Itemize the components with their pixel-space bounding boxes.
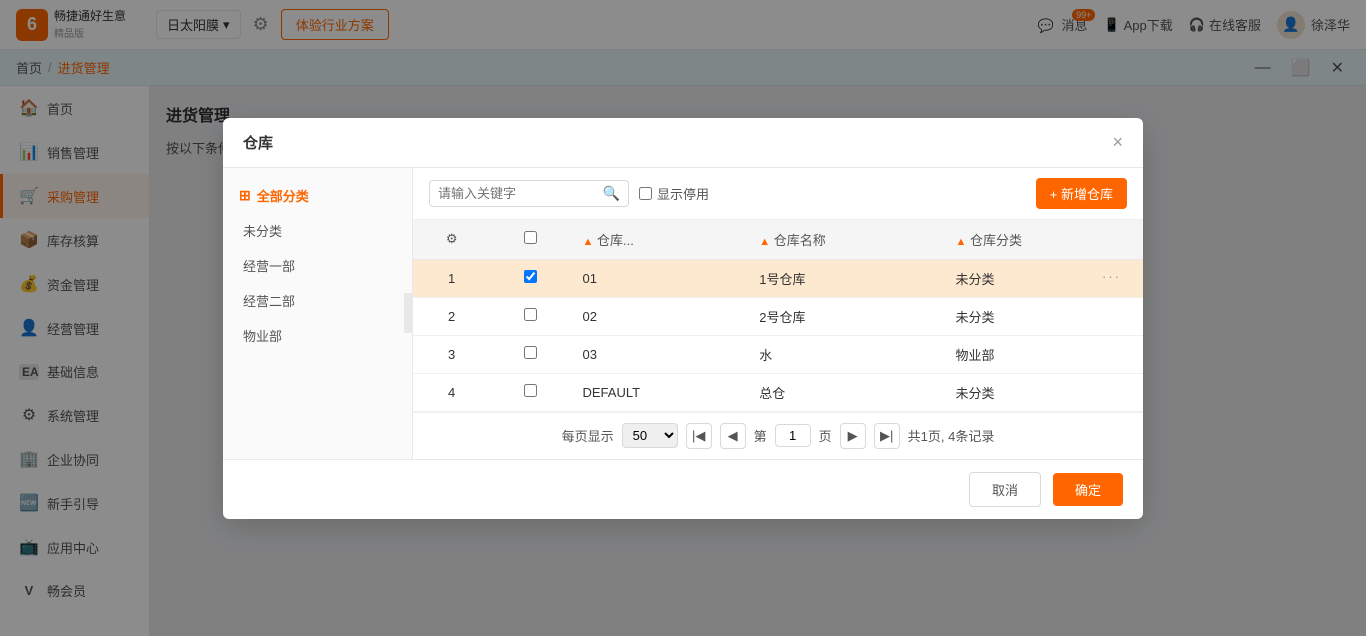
per-page-select[interactable]: 50 20 100 — [622, 423, 678, 448]
cancel-btn[interactable]: 取消 — [969, 472, 1041, 507]
page-number-input[interactable] — [775, 424, 811, 447]
row-index: 2 — [413, 297, 490, 335]
row-name: 总仓 — [747, 373, 943, 411]
row-code: 03 — [570, 335, 747, 373]
row-actions-btn[interactable]: ··· — [1102, 269, 1121, 284]
search-box: 🔍 — [429, 180, 629, 207]
show-disabled-label: 显示停用 — [657, 184, 709, 203]
row-index: 1 — [413, 259, 490, 297]
category-item-0[interactable]: 未分类 — [223, 213, 412, 248]
row-name: 2号仓库 — [747, 297, 943, 335]
row-index: 4 — [413, 373, 490, 411]
category-item-2[interactable]: 经营二部 — [223, 283, 412, 318]
show-disabled-checkbox[interactable]: 显示停用 — [639, 184, 709, 203]
row-category: 未分类 ··· — [944, 259, 1143, 297]
th-settings: ⚙ — [413, 220, 490, 260]
prev-page-btn[interactable]: ◀ — [720, 423, 746, 449]
modal-header: 仓库 × — [223, 118, 1143, 168]
row-category: 物业部 — [944, 335, 1143, 373]
page-label: 第 — [754, 426, 767, 445]
page-suffix: 页 — [819, 426, 832, 445]
sort-icon[interactable]: ▲ — [582, 236, 593, 248]
table-row[interactable]: 2 02 2号仓库 未分类 — [413, 297, 1143, 335]
th-category: ▲ 仓库分类 — [944, 220, 1143, 260]
total-info: 共1页, 4条记录 — [908, 426, 995, 445]
row-checkbox[interactable] — [490, 335, 570, 373]
row-category: 未分类 — [944, 297, 1143, 335]
modal-body: ⊞ 全部分类 未分类 经营一部 经营二部 物业部 《 🔍 — [223, 168, 1143, 459]
table-row[interactable]: 3 03 水 物业部 — [413, 335, 1143, 373]
th-checkbox — [490, 220, 570, 260]
show-disabled-check[interactable] — [639, 187, 652, 200]
first-page-btn[interactable]: |◀ — [686, 423, 712, 449]
right-toolbar: 🔍 显示停用 + 新增仓库 — [413, 168, 1143, 220]
row-code: DEFAULT — [570, 373, 747, 411]
category-item-3[interactable]: 物业部 — [223, 318, 412, 353]
row-name: 水 — [747, 335, 943, 373]
modal-overlay: 仓库 × ⊞ 全部分类 未分类 经营一部 经营二部 物业部 《 — [0, 0, 1366, 636]
search-input[interactable] — [438, 186, 603, 201]
table-body: 1 01 1号仓库 未分类 ··· 2 02 2号仓库 未分类 3 03 水 物… — [413, 259, 1143, 411]
th-name: ▲ 仓库名称 — [747, 220, 943, 260]
collapse-panel-btn[interactable]: 《 — [404, 293, 413, 333]
row-checkbox[interactable] — [490, 297, 570, 335]
row-checkbox[interactable] — [490, 259, 570, 297]
category-panel: ⊞ 全部分类 未分类 经营一部 经营二部 物业部 《 — [223, 168, 413, 459]
modal-close-btn[interactable]: × — [1112, 132, 1123, 153]
settings-col-icon: ⚙ — [446, 231, 458, 246]
modal-footer: 取消 确定 — [223, 459, 1143, 519]
all-category-label: 全部分类 — [257, 186, 309, 205]
per-page-label: 每页显示 — [562, 426, 614, 445]
table-row[interactable]: 1 01 1号仓库 未分类 ··· — [413, 259, 1143, 297]
row-code: 02 — [570, 297, 747, 335]
select-all-checkbox[interactable] — [524, 231, 537, 244]
table-header-row: ⚙ ▲ 仓库... ▲ — [413, 220, 1143, 260]
table-row[interactable]: 4 DEFAULT 总仓 未分类 — [413, 373, 1143, 411]
th-code: ▲ 仓库... — [570, 220, 747, 260]
warehouse-modal: 仓库 × ⊞ 全部分类 未分类 经营一部 经营二部 物业部 《 — [223, 118, 1143, 519]
add-warehouse-btn[interactable]: + 新增仓库 — [1036, 178, 1127, 209]
warehouse-table-wrap: ⚙ ▲ 仓库... ▲ — [413, 220, 1143, 412]
row-name: 1号仓库 — [747, 259, 943, 297]
warehouse-table: ⚙ ▲ 仓库... ▲ — [413, 220, 1143, 412]
sort-icon-name[interactable]: ▲ — [759, 236, 770, 248]
confirm-btn[interactable]: 确定 — [1053, 473, 1123, 506]
row-category: 未分类 — [944, 373, 1143, 411]
all-category-item[interactable]: ⊞ 全部分类 — [223, 178, 412, 213]
row-checkbox[interactable] — [490, 373, 570, 411]
pagination-bar: 每页显示 50 20 100 |◀ ◀ 第 页 ▶ ▶| 共1页, 4条记录 — [413, 412, 1143, 459]
grid-icon: ⊞ — [239, 187, 251, 204]
category-item-1[interactable]: 经营一部 — [223, 248, 412, 283]
next-page-btn[interactable]: ▶ — [840, 423, 866, 449]
sort-icon-cat[interactable]: ▲ — [956, 236, 967, 248]
row-code: 01 — [570, 259, 747, 297]
right-panel: 🔍 显示停用 + 新增仓库 ⚙ — [413, 168, 1143, 459]
modal-title: 仓库 — [243, 132, 273, 153]
row-index: 3 — [413, 335, 490, 373]
search-icon[interactable]: 🔍 — [603, 185, 620, 202]
last-page-btn[interactable]: ▶| — [874, 423, 900, 449]
